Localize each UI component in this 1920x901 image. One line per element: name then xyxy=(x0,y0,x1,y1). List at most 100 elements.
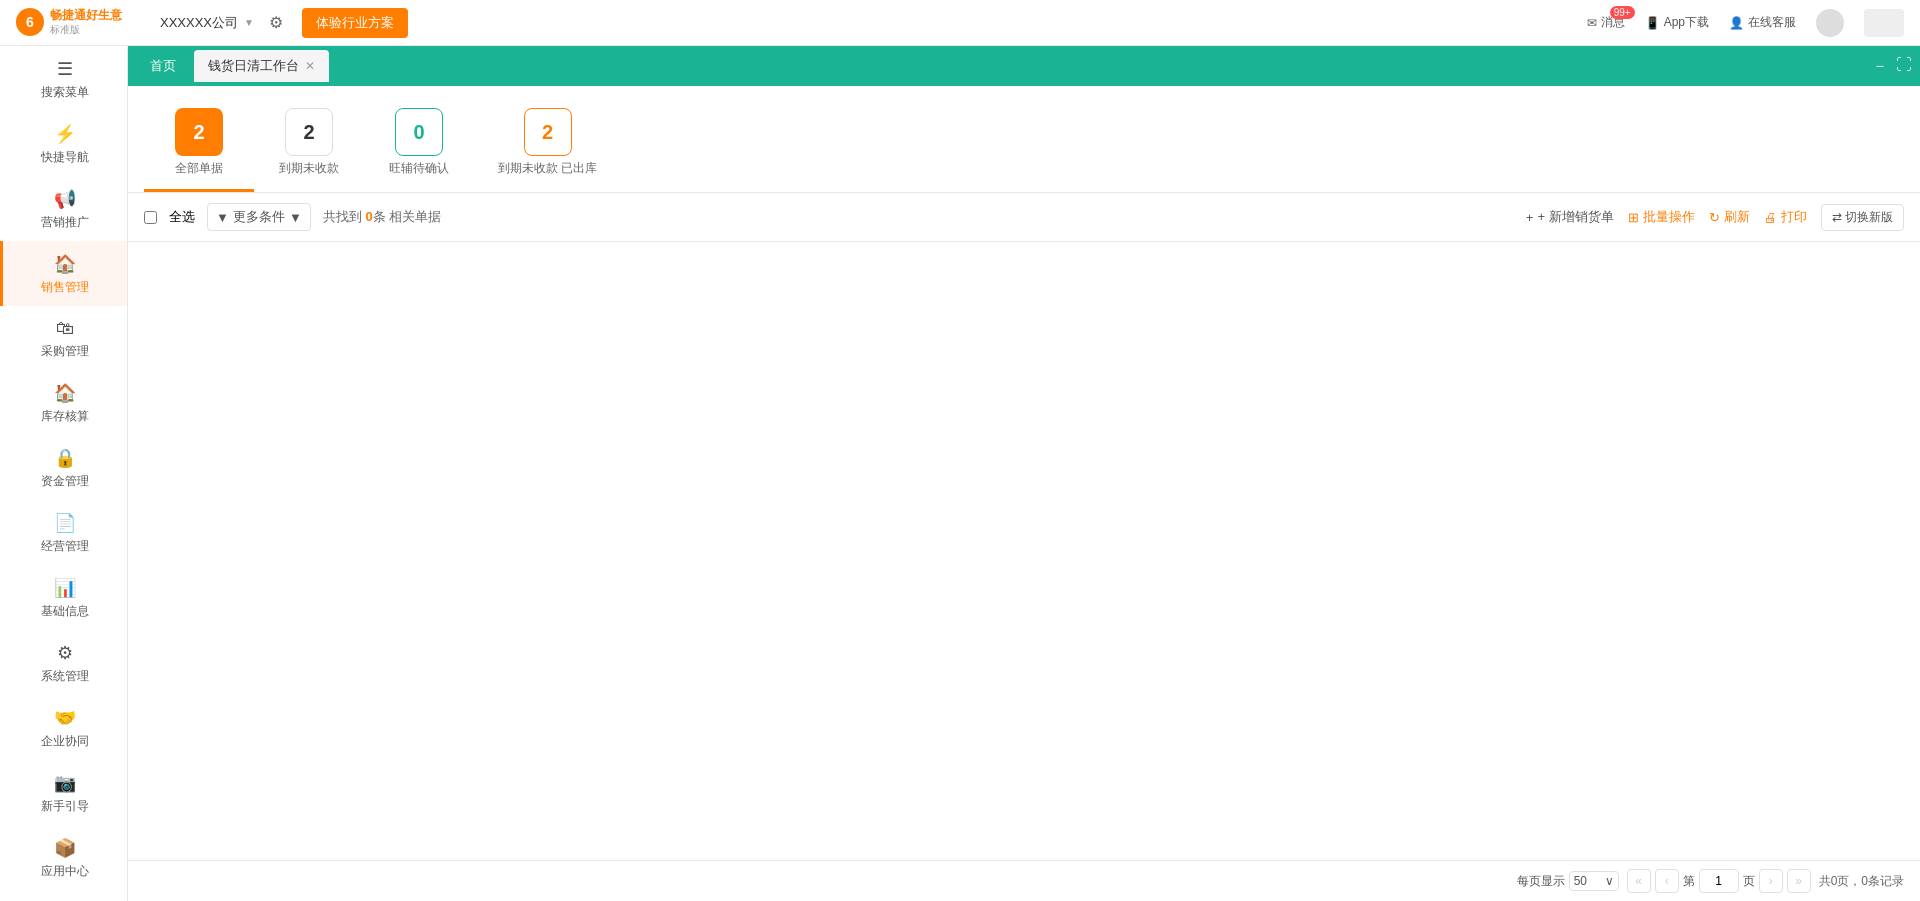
logo-sub: 标准版 xyxy=(50,23,122,37)
sidebar-item-basic-info[interactable]: 📊 基础信息 xyxy=(0,565,127,630)
stat-label-wangwang: 旺辅待确认 xyxy=(389,160,449,177)
inventory-icon: 🏠 xyxy=(54,382,76,404)
refresh-icon: ↻ xyxy=(1709,210,1720,225)
total-info: 共0页，0条记录 xyxy=(1819,873,1904,890)
page-suffix: 页 xyxy=(1743,873,1755,890)
stat-tab-overdue-shipped[interactable]: 2 到期未收款 已出库 xyxy=(474,98,621,192)
online-service-label: 在线客服 xyxy=(1748,14,1796,31)
logo-icon: 6 xyxy=(16,8,44,36)
sidebar-item-label: 资金管理 xyxy=(41,473,89,490)
avatar[interactable] xyxy=(1816,9,1844,37)
sidebar-item-inventory[interactable]: 🏠 库存核算 xyxy=(0,370,127,435)
filter-button[interactable]: ▼ 更多条件 ▼ xyxy=(207,203,311,231)
app-center-icon: 📦 xyxy=(54,837,76,859)
sidebar-item-label: 基础信息 xyxy=(41,603,89,620)
tab-actions: － ⛶ xyxy=(1872,56,1912,77)
tab-home-label: 首页 xyxy=(150,57,176,75)
stat-number-wangwang: 0 xyxy=(395,108,443,156)
company-selector[interactable]: XXXXXX公司 ▼ xyxy=(160,14,254,32)
refresh-button[interactable]: ↻ 刷新 xyxy=(1709,208,1750,226)
print-button[interactable]: 🖨 打印 xyxy=(1764,208,1807,226)
sidebar-item-purchase[interactable]: 🛍 采购管理 xyxy=(0,306,127,370)
found-count: 0 xyxy=(365,209,372,224)
trial-button[interactable]: 体验行业方案 xyxy=(302,8,408,38)
sidebar-item-label: 系统管理 xyxy=(41,668,89,685)
service-icon: 👤 xyxy=(1729,16,1744,30)
sidebar-item-cooperation[interactable]: 🤝 企业协同 xyxy=(0,695,127,760)
sidebar-item-label: 应用中心 xyxy=(41,863,89,880)
batch-operation-button[interactable]: ⊞ 批量操作 xyxy=(1628,208,1695,226)
stat-label-overdue-shipped: 到期未收款 已出库 xyxy=(498,160,597,177)
sidebar-item-quick-nav[interactable]: ⚡ 快捷导航 xyxy=(0,111,127,176)
sidebar-item-label: 企业协同 xyxy=(41,733,89,750)
stats-tabs: 2 全部单据 2 到期未收款 0 旺辅待确认 2 到期未收款 已出库 xyxy=(144,98,1904,192)
top-header: 6 畅捷通好生意 标准版 XXXXXX公司 ▼ ⚙ 体验行业方案 ✉ 消息 99… xyxy=(0,0,1920,46)
system-icon: ⚙ xyxy=(57,642,73,664)
sidebar-item-app-center[interactable]: 📦 应用中心 xyxy=(0,825,127,890)
filter-chevron-icon: ▼ xyxy=(289,210,302,225)
sidebar-item-search-menu[interactable]: ☰ 搜索菜单 xyxy=(0,46,127,111)
stat-label-all: 全部单据 xyxy=(175,160,223,177)
add-order-button[interactable]: + + 新增销货单 xyxy=(1526,208,1614,226)
phone-icon: 📱 xyxy=(1645,16,1660,30)
sidebar-item-label: 新手引导 xyxy=(41,798,89,815)
sidebar-item-wechat[interactable]: 💬 企业微信 xyxy=(0,890,127,901)
sidebar-item-sales[interactable]: 🏠 销售管理 xyxy=(0,241,127,306)
tab-minimize-icon[interactable]: － xyxy=(1872,56,1888,77)
app-download-action[interactable]: 📱 App下载 xyxy=(1645,14,1709,31)
stat-tab-wangwang[interactable]: 0 旺辅待确认 xyxy=(364,98,474,192)
tab-maximize-icon[interactable]: ⛶ xyxy=(1896,56,1912,77)
refresh-label: 刷新 xyxy=(1724,208,1750,226)
page-size-value: 50 xyxy=(1574,874,1587,888)
message-badge: 99+ xyxy=(1610,6,1635,19)
sidebar-item-operations[interactable]: 📄 经营管理 xyxy=(0,500,127,565)
page-nav: « ‹ 第 页 › » xyxy=(1627,869,1811,893)
message-action[interactable]: ✉ 消息 99+ xyxy=(1587,14,1625,31)
operations-icon: 📄 xyxy=(54,512,76,534)
logo-area: 6 畅捷通好生意 标准版 xyxy=(16,8,144,36)
prev-page-button[interactable]: ‹ xyxy=(1655,869,1679,893)
select-all-checkbox[interactable] xyxy=(144,211,157,224)
sidebar: ☰ 搜索菜单 ⚡ 快捷导航 📢 营销推广 🏠 销售管理 🛍 采购管理 🏠 库存核… xyxy=(0,46,128,901)
main-content: 首页 钱货日清工作台 ✕ － ⛶ 2 全部单据 xyxy=(128,46,1920,901)
sales-icon: 🏠 xyxy=(54,253,76,275)
batch-icon: ⊞ xyxy=(1628,210,1639,225)
page-area: 2 全部单据 2 到期未收款 0 旺辅待确认 2 到期未收款 已出库 xyxy=(128,86,1920,901)
toolbar: 全选 ▼ 更多条件 ▼ 共找到 0条 相关单据 + + 新增销货单 ⊞ xyxy=(128,193,1920,242)
sidebar-item-marketing[interactable]: 📢 营销推广 xyxy=(0,176,127,241)
stat-tab-overdue[interactable]: 2 到期未收款 xyxy=(254,98,364,192)
sidebar-item-label: 经营管理 xyxy=(41,538,89,555)
switch-version-button[interactable]: ⇄ 切换新版 xyxy=(1821,204,1904,231)
next-page-button[interactable]: › xyxy=(1759,869,1783,893)
stat-tab-all[interactable]: 2 全部单据 xyxy=(144,98,254,192)
company-name: XXXXXX公司 xyxy=(160,14,238,32)
last-page-button[interactable]: » xyxy=(1787,869,1811,893)
app-container: ☰ 搜索菜单 ⚡ 快捷导航 📢 营销推广 🏠 销售管理 🛍 采购管理 🏠 库存核… xyxy=(0,46,1920,901)
online-service-action[interactable]: 👤 在线客服 xyxy=(1729,14,1796,31)
print-icon: 🖨 xyxy=(1764,210,1777,225)
sidebar-item-system[interactable]: ⚙ 系统管理 xyxy=(0,630,127,695)
tab-workbench-label: 钱货日清工作台 xyxy=(208,57,299,75)
filter-label: 更多条件 xyxy=(233,208,285,226)
tab-workbench[interactable]: 钱货日清工作台 ✕ xyxy=(194,50,329,82)
settings-icon[interactable]: ⚙ xyxy=(262,9,290,37)
tab-bar: 首页 钱货日清工作台 ✕ － ⛶ xyxy=(128,46,1920,86)
tab-close-icon[interactable]: ✕ xyxy=(305,59,315,73)
select-all-label: 全选 xyxy=(169,208,195,226)
first-page-button[interactable]: « xyxy=(1627,869,1651,893)
page-number-input[interactable] xyxy=(1699,869,1739,893)
stats-section: 2 全部单据 2 到期未收款 0 旺辅待确认 2 到期未收款 已出库 xyxy=(128,86,1920,193)
add-icon: + xyxy=(1526,210,1534,225)
sidebar-item-label: 销售管理 xyxy=(41,279,89,296)
switch-label: 切换新版 xyxy=(1845,210,1893,224)
page-prefix: 第 xyxy=(1683,873,1695,890)
add-label: + 新增销货单 xyxy=(1537,208,1613,226)
sidebar-item-guide[interactable]: 📷 新手引导 xyxy=(0,760,127,825)
page-size-select[interactable]: 50 ∨ xyxy=(1569,871,1619,891)
user-menu[interactable] xyxy=(1864,9,1904,37)
marketing-icon: 📢 xyxy=(54,188,76,210)
sidebar-item-finance[interactable]: 🔒 资金管理 xyxy=(0,435,127,500)
batch-label: 批量操作 xyxy=(1643,208,1695,226)
tab-home[interactable]: 首页 xyxy=(136,50,190,82)
sidebar-item-label: 搜索菜单 xyxy=(41,84,89,101)
